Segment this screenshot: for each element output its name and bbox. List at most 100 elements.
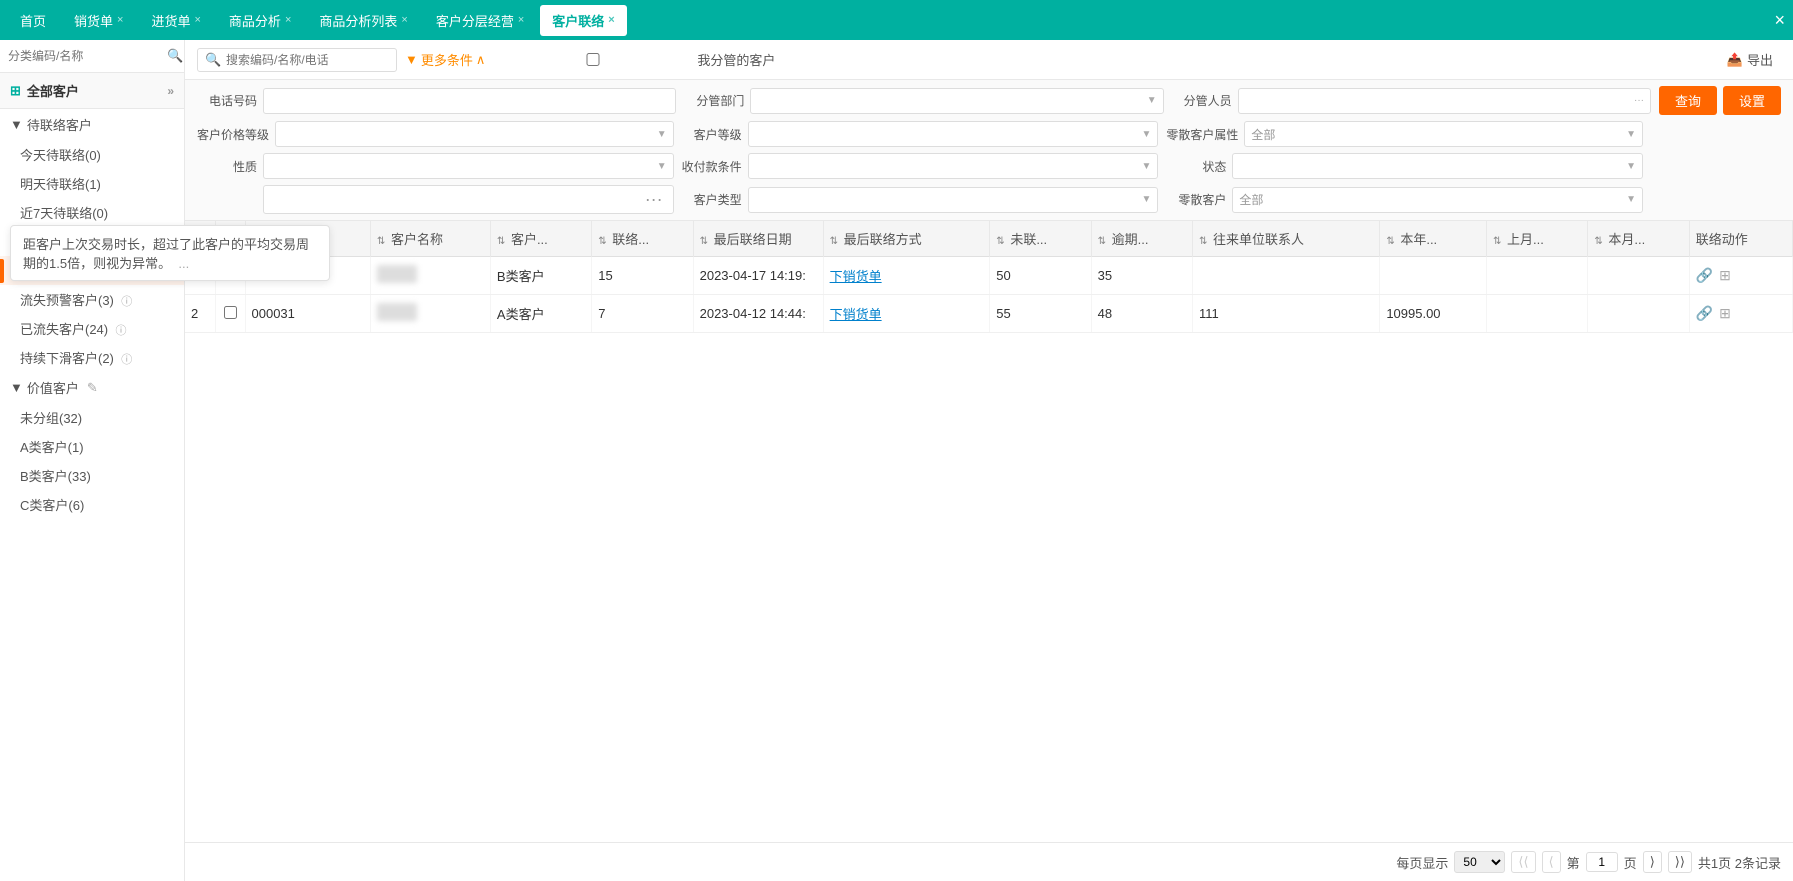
chevron-icon: ∧ [476,52,486,68]
sort-icon-person: ⇅ [1199,236,1207,247]
phone-input[interactable] [263,88,676,114]
nav-product-analysis-list[interactable]: 商品分析列表 × [307,5,419,36]
sidebar-item-7day-contact[interactable]: 近7天待联络(0) [0,198,184,227]
row1-link-icon[interactable]: 🔗 [1696,267,1713,284]
sidebar-collapse-btn[interactable]: » [167,84,174,98]
nav-close-purchase-order[interactable]: × [194,14,200,26]
row1-name-blur [377,265,417,283]
filter-customer-level: 客户等级 ▼ [682,121,1159,147]
dept-arrow-icon: ▼ [1147,95,1157,106]
pending-contact-group[interactable]: ▼ 待联络客户 [0,109,184,140]
row2-name-blur [377,303,417,321]
pagination: 每页显示 50 100 200 ⟨⟨ ⟨ 第 页 ⟩ ⟩⟩ 共1页 2条记录 [185,842,1793,881]
col-uncontacted: ⇅ 未联... [990,221,1091,257]
row2-year: 10995.00 [1380,295,1487,333]
value-customer-group[interactable]: ▼ 价值客户 ✎ [0,372,184,403]
retail-customer-select[interactable]: 全部 ▼ [1232,187,1643,213]
sidebar-item-class-a[interactable]: A类客户(1) [0,432,184,461]
nav-purchase-order[interactable]: 进货单 × [139,5,212,36]
nav-customer-contact[interactable]: 客户联络 × [540,5,626,36]
status-select[interactable]: ▼ [1232,153,1643,179]
row2-last-date: 2023-04-12 14:44: [693,295,823,333]
filter-icon: ▼ [405,52,418,67]
export-btn[interactable]: 📤 导出 [1719,46,1781,73]
row2-type: A类客户 [490,295,591,333]
nav-home[interactable]: 首页 [8,5,58,36]
row2-method-link[interactable]: 下销货单 [830,307,882,322]
row2-uncontacted: 55 [990,295,1091,333]
customer-type-select[interactable]: ▼ [748,187,1159,213]
row1-method-link[interactable]: 下销货单 [830,269,882,284]
page-last-btn[interactable]: ⟩⟩ [1668,851,1692,873]
col-contact-person: ⇅ 往来单位联系人 [1192,221,1379,257]
row1-last-month [1487,257,1588,295]
sidebar-item-today-contact[interactable]: 今天待联络(0) [0,140,184,169]
window-close-btn[interactable]: × [1774,10,1785,31]
nav-close-sales-order[interactable]: × [117,14,123,26]
customer-type-arrow: ▼ [1141,194,1151,205]
person-select[interactable]: ··· [1238,88,1651,114]
nav-close-customer-tiering[interactable]: × [518,14,524,26]
page-size-select[interactable]: 50 100 200 [1454,851,1505,873]
customer-level-select[interactable]: ▼ [748,121,1159,147]
price-level-arrow: ▼ [657,129,667,140]
nav-sales-order[interactable]: 销货单 × [62,5,135,36]
main-layout: 🔍 ⊞ 全部客户 » ▼ 待联络客户 今天待联络(0) 明天待联络(1) 近7天… [0,40,1793,881]
page-prev-btn[interactable]: ⟨ [1542,851,1561,873]
row1-name [370,257,490,295]
nav-close-product-analysis[interactable]: × [285,14,291,26]
col-last-contact-method: ⇅ 最后联络方式 [823,221,990,257]
misc-more-icon[interactable]: ··· [641,189,667,210]
col-action: 联络动作 [1689,221,1792,257]
setup-button[interactable]: 设置 [1723,86,1781,115]
dept-select[interactable]: ▼ [750,88,1163,114]
nav-close-product-analysis-list[interactable]: × [401,14,407,26]
row1-year [1380,257,1487,295]
nav-close-customer-contact[interactable]: × [608,14,614,26]
sidebar-item-ungrouped[interactable]: 未分组(32) [0,403,184,432]
filter-dept: 分管部门 ▼ [684,88,1163,114]
row1-uncontacted: 50 [990,257,1091,295]
sidebar-item-churned[interactable]: 已流失客户(24) ⓘ [0,314,184,343]
row2-link-icon[interactable]: 🔗 [1696,305,1713,322]
gender-select[interactable]: ▼ [263,153,674,179]
payment-select[interactable]: ▼ [748,153,1159,179]
row1-grid-icon[interactable]: ⊞ [1719,267,1731,284]
sidebar-search-icon[interactable]: 🔍 [167,48,183,64]
row2-last-month [1487,295,1588,333]
price-level-select[interactable]: ▼ [275,121,674,147]
edit-icon-value-group[interactable]: ✎ [87,380,98,396]
info-icon-declining: ⓘ [121,354,132,366]
query-button[interactable]: 查询 [1659,86,1717,115]
nav-customer-tiering[interactable]: 客户分层经营 × [424,5,536,36]
misc-select[interactable]: ··· [263,185,674,214]
active-indicator [0,259,4,283]
sidebar-item-tomorrow-contact[interactable]: 明天待联络(1) [0,169,184,198]
filter-retail-attr: 零散客户属性 全部 ▼ [1166,121,1643,147]
sidebar-item-class-c[interactable]: C类客户(6) [0,490,184,519]
filter-misc: ··· [197,185,674,214]
row2-grid-icon[interactable]: ⊞ [1719,305,1731,322]
page-next-btn[interactable]: ⟩ [1643,851,1662,873]
search-input[interactable] [197,48,397,72]
sidebar-item-declining[interactable]: 持续下滑客户(2) ⓘ [0,343,184,372]
row1-last-date: 2023-04-17 14:19: [693,257,823,295]
row2-select[interactable] [224,306,237,319]
page-first-btn[interactable]: ⟨⟨ [1511,851,1535,873]
row2-name [370,295,490,333]
filter-person: 分管人员 ··· [1172,88,1651,114]
filter-row-3: 性质 ▼ 收付款条件 ▼ 状态 [197,153,1781,179]
sidebar-item-churn-warning[interactable]: 流失预警客户(3) ⓘ [0,285,184,314]
nav-product-analysis[interactable]: 商品分析 × [217,5,303,36]
tooltip-more-btn[interactable]: ... [178,256,189,271]
sidebar-item-class-b[interactable]: B类客户(33) [0,461,184,490]
sort-icon-uncontacted: ⇅ [996,236,1004,247]
filter-status: 状态 ▼ [1166,153,1643,179]
my-customer-checkbox[interactable] [493,53,693,66]
sidebar-search-input[interactable] [8,49,163,63]
tooltip: 距客户上次交易时长，超过了此客户的平均交易周期的1.5倍，则视为异常。 ... [10,225,330,281]
more-conditions-btn[interactable]: ▼ 更多条件 ∧ [405,50,485,69]
search-wrapper: 🔍 [197,48,397,72]
page-input[interactable] [1586,852,1618,872]
retail-attr-select[interactable]: 全部 ▼ [1244,121,1643,147]
